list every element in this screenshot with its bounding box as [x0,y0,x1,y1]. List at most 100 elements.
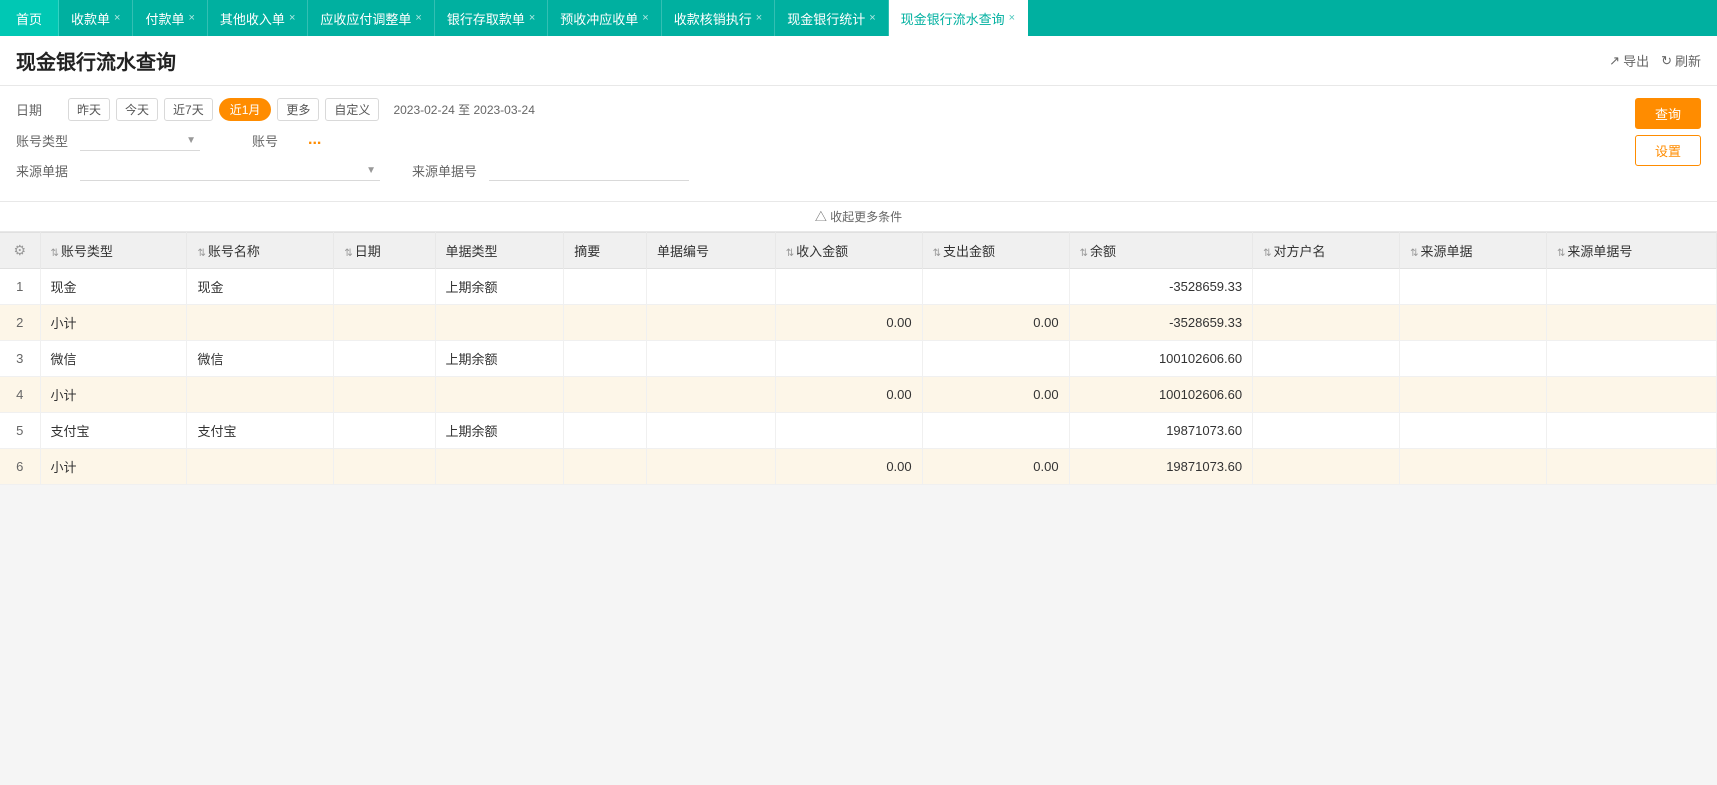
cell-doc_no [647,269,776,305]
home-label: 首页 [16,9,42,28]
source-doc-select[interactable] [80,159,380,181]
cell-counterpart [1253,269,1400,305]
col-header-date[interactable]: ⇅日期 [334,233,435,269]
cell-date [334,449,435,485]
nav-tab-现金银行统计[interactable]: 现金银行统计× [775,0,888,36]
nav-tab-收款核销执行[interactable]: 收款核销执行× [662,0,775,36]
page-title: 现金银行流水查询 [16,46,176,75]
cell-balance: 100102606.60 [1069,377,1253,413]
cell-acct_name [187,449,334,485]
query-button[interactable]: 查询 [1635,98,1701,129]
table-container: ⚙⇅账号类型⇅账号名称⇅日期单据类型摘要单据编号⇅收入金额⇅支出金额⇅余额⇅对方… [0,232,1717,485]
collapse-label: △ 收起更多条件 [815,210,902,224]
cell-doc_no [647,449,776,485]
cell-expense: 0.00 [922,449,1069,485]
close-icon[interactable]: × [529,12,535,24]
nav-tab-应收应付调整单[interactable]: 应收应付调整单× [308,0,434,36]
refresh-label: 刷新 [1675,51,1701,70]
col-header-summary: 摘要 [564,233,647,269]
cell-src_doc [1400,449,1547,485]
table-row: 6小计0.000.0019871073.60 [0,449,1717,485]
col-header-expense[interactable]: ⇅支出金额 [922,233,1069,269]
cell-doc_type [435,305,564,341]
filter-main-row: 日期 昨天今天近7天近1月更多自定义 2023-02-24 至 2023-03-… [16,98,1701,189]
cell-date [334,269,435,305]
cell-date [334,413,435,449]
export-link[interactable]: ↗ 导出 [1609,51,1649,70]
settings-button[interactable]: 设置 [1635,135,1701,166]
nav-tab-其他收入单[interactable]: 其他收入单× [208,0,308,36]
source-filter-group: 来源单据 ▼ 来源单据号 [16,159,1599,181]
close-icon[interactable]: × [114,12,120,24]
col-header-income[interactable]: ⇅收入金额 [775,233,922,269]
header-actions: ↗ 导出 ↻ 刷新 [1609,51,1701,70]
date-btn-更多[interactable]: 更多 [277,98,319,121]
sort-icon: ⇅ [197,248,205,259]
account-type-label: 账号类型 [16,131,68,150]
cell-doc_no [647,305,776,341]
date-btn-近7天[interactable]: 近7天 [164,98,213,121]
cell-src_doc [1400,305,1547,341]
col-header-acct_name[interactable]: ⇅账号名称 [187,233,334,269]
cell-balance: 19871073.60 [1069,449,1253,485]
source-doc-no-input[interactable] [489,159,689,181]
export-icon: ↗ [1609,53,1620,69]
close-icon[interactable]: × [756,12,762,24]
close-icon[interactable]: × [415,12,421,24]
col-header-balance[interactable]: ⇅余额 [1069,233,1253,269]
cell-income: 0.00 [775,305,922,341]
close-icon[interactable]: × [869,12,875,24]
cell-date [334,305,435,341]
col-header-src_doc_no[interactable]: ⇅来源单据号 [1547,233,1717,269]
gear-icon[interactable]: ⚙ [13,242,26,258]
account-type-select[interactable] [80,129,200,151]
cell-expense: 0.00 [922,305,1069,341]
col-header-acct_type[interactable]: ⇅账号类型 [40,233,187,269]
cell-doc_no [647,341,776,377]
date-range: 2023-02-24 至 2023-03-24 [393,101,534,118]
date-btn-近1月[interactable]: 近1月 [219,98,272,121]
close-icon[interactable]: × [642,12,648,24]
sort-icon: ⇅ [1263,248,1271,259]
source-doc-no-label: 来源单据号 [412,161,477,180]
cell-doc_no [647,413,776,449]
cell-acct_name [187,305,334,341]
cell-counterpart [1253,413,1400,449]
date-label: 日期 [16,100,56,119]
sort-icon: ⇅ [344,248,352,259]
sort-icon: ⇅ [933,248,941,259]
nav-tab-预收冲应收单[interactable]: 预收冲应收单× [548,0,661,36]
nav-tab-付款单[interactable]: 付款单× [133,0,207,36]
cell-expense: 0.00 [922,377,1069,413]
nav-tab-收款单[interactable]: 收款单× [59,0,133,36]
cell-acct_name: 现金 [187,269,334,305]
cell-acct_type: 小计 [40,377,187,413]
account-type-select-wrapper: ▼ [80,129,200,151]
date-btn-自定义[interactable]: 自定义 [325,98,379,121]
cell-counterpart [1253,305,1400,341]
close-icon[interactable]: × [289,12,295,24]
cell-acct_name: 微信 [187,341,334,377]
cell-counterpart [1253,449,1400,485]
sort-icon: ⇅ [1410,248,1418,259]
nav-tab-现金银行流水查询[interactable]: 现金银行流水查询× [889,0,1028,36]
col-header-counterpart[interactable]: ⇅对方户名 [1253,233,1400,269]
close-icon[interactable]: × [1009,12,1015,24]
nav-home[interactable]: 首页 [0,0,59,36]
refresh-link[interactable]: ↻ 刷新 [1661,51,1701,70]
date-btn-昨天[interactable]: 昨天 [68,98,110,121]
col-header-src_doc[interactable]: ⇅来源单据 [1400,233,1547,269]
cell-id: 1 [0,269,40,305]
top-nav: 首页 收款单×付款单×其他收入单×应收应付调整单×银行存取款单×预收冲应收单×收… [0,0,1717,36]
cell-doc_type: 上期余额 [435,269,564,305]
cell-summary [564,305,647,341]
dots-btn[interactable]: ... [308,131,321,149]
close-icon[interactable]: × [188,12,194,24]
cell-acct_name [187,377,334,413]
nav-tab-银行存取款单[interactable]: 银行存取款单× [435,0,548,36]
cell-income: 0.00 [775,449,922,485]
cell-summary [564,413,647,449]
collapse-bar[interactable]: △ 收起更多条件 [0,202,1717,232]
date-btn-今天[interactable]: 今天 [116,98,158,121]
cell-doc_type [435,449,564,485]
